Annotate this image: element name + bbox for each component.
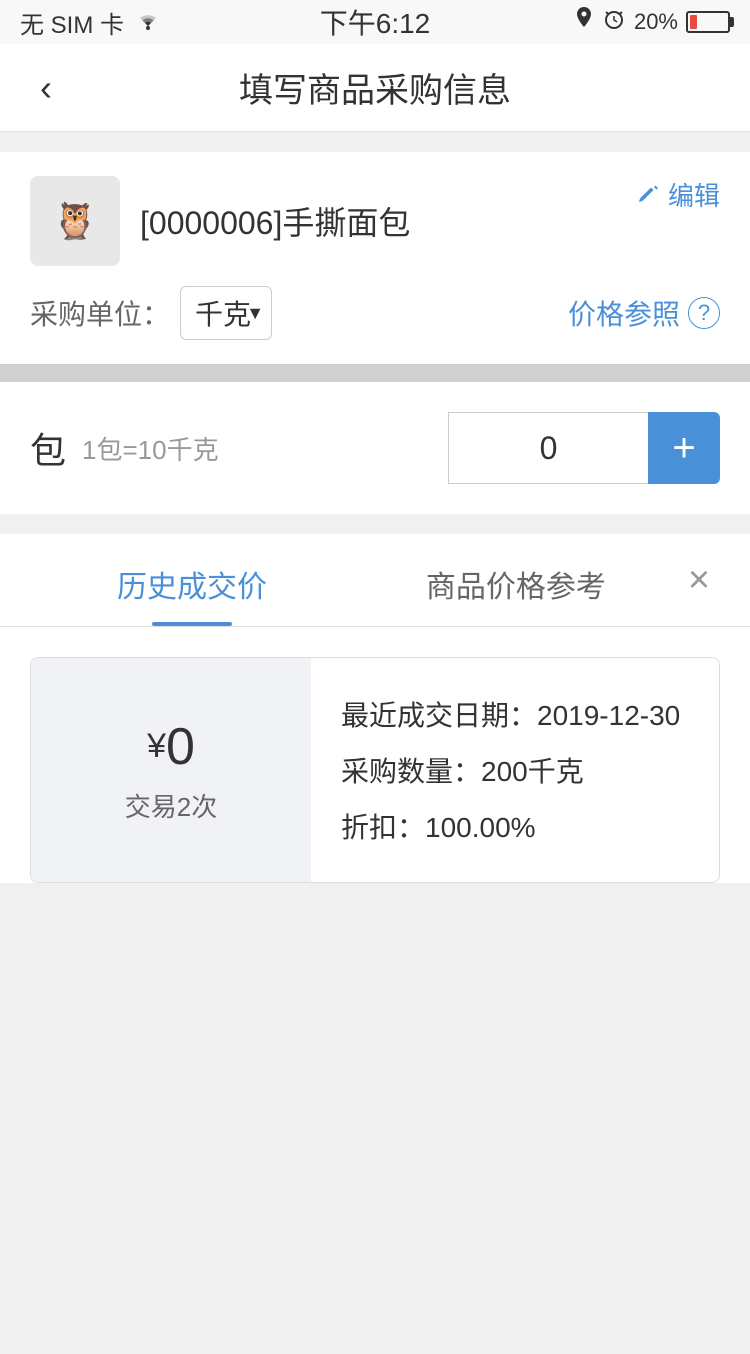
quantity-value: 200千克 [481, 756, 584, 787]
unit-conversion-text: 1包=10千克 [82, 430, 219, 467]
quantity-row: 包 1包=10千克 + [0, 382, 750, 514]
price-value: 0 [166, 718, 195, 776]
status-bar: 无 SIM 卡 下午6:12 20% [0, 0, 750, 44]
product-card: 🦉 [0000006]手撕面包 编辑 采购单位： 千克 价格参照 ? [0, 152, 750, 364]
price-ref-label: 价格参照 [568, 293, 680, 333]
product-image: 🦉 [30, 176, 120, 266]
transaction-right-panel: 最近成交日期：2019-12-30 采购数量：200千克 折扣：100.00% [311, 658, 719, 882]
price-reference-button[interactable]: 价格参照 ? [568, 293, 720, 333]
purchase-quantity-item: 采购数量：200千克 [341, 750, 689, 790]
product-header: 🦉 [0000006]手撕面包 编辑 [30, 176, 720, 266]
edit-icon [636, 182, 662, 208]
carrier-text: 无 SIM 卡 [20, 5, 124, 40]
main-content: 🦉 [0000006]手撕面包 编辑 采购单位： 千克 价格参照 ? [0, 152, 750, 1354]
quantity-plus-button[interactable]: + [648, 412, 720, 484]
tabs-row: 历史成交价 商品价格参考 × [0, 534, 750, 627]
product-logo-icon: 🦉 [53, 203, 98, 239]
help-icon: ? [688, 297, 720, 329]
transaction-card: ¥0 交易2次 最近成交日期：2019-12-30 采购数量：200千克 折扣：… [30, 657, 720, 883]
currency-symbol: ¥ [147, 727, 166, 766]
unit-big-label: 包 [30, 422, 66, 474]
unit-selector[interactable]: 千克 [180, 286, 272, 340]
recent-date-value: 2019-12-30 [537, 700, 680, 731]
quantity-label: 采购数量： [341, 756, 481, 787]
nav-bar: ‹ 填写商品采购信息 [0, 44, 750, 132]
quantity-control[interactable]: + [448, 412, 720, 484]
unit-label: 采购单位： [30, 293, 170, 333]
alarm-icon [602, 7, 626, 37]
product-left: 🦉 [0000006]手撕面包 [30, 176, 410, 266]
wifi-icon [134, 8, 162, 37]
unit-value[interactable]: 千克 [180, 286, 272, 340]
location-icon [574, 7, 594, 37]
transaction-left-panel: ¥0 交易2次 [31, 658, 311, 882]
discount-value: 100.00% [425, 812, 536, 843]
quantity-input[interactable] [448, 412, 648, 484]
battery-percentage: 20% [634, 9, 678, 35]
status-left: 无 SIM 卡 [20, 5, 162, 40]
recent-date-item: 最近成交日期：2019-12-30 [341, 694, 689, 734]
panel-close-button[interactable]: × [678, 551, 720, 609]
status-right: 20% [574, 7, 730, 37]
edit-label: 编辑 [668, 176, 720, 213]
battery-icon [686, 11, 730, 33]
product-name: [0000006]手撕面包 [140, 198, 410, 244]
tab-price-reference[interactable]: 商品价格参考 [354, 534, 678, 626]
product-unit-row: 采购单位： 千克 价格参照 ? [30, 286, 720, 340]
edit-button[interactable]: 编辑 [636, 176, 720, 213]
bottom-panel: 历史成交价 商品价格参考 × ¥0 交易2次 最近成交日期：2019-12-30… [0, 534, 750, 883]
section-divider [0, 364, 750, 382]
page-title: 填写商品采购信息 [239, 63, 511, 112]
discount-label: 折扣： [341, 812, 425, 843]
transaction-price: ¥0 [147, 717, 195, 777]
recent-date-label: 最近成交日期： [341, 700, 537, 731]
quantity-unit-info: 包 1包=10千克 [30, 422, 219, 474]
back-button[interactable]: ‹ [30, 57, 62, 119]
discount-item: 折扣：100.00% [341, 806, 689, 846]
tab-history-price[interactable]: 历史成交价 [30, 534, 354, 626]
status-time: 下午6:12 [320, 2, 431, 42]
transaction-count: 交易2次 [125, 787, 217, 824]
